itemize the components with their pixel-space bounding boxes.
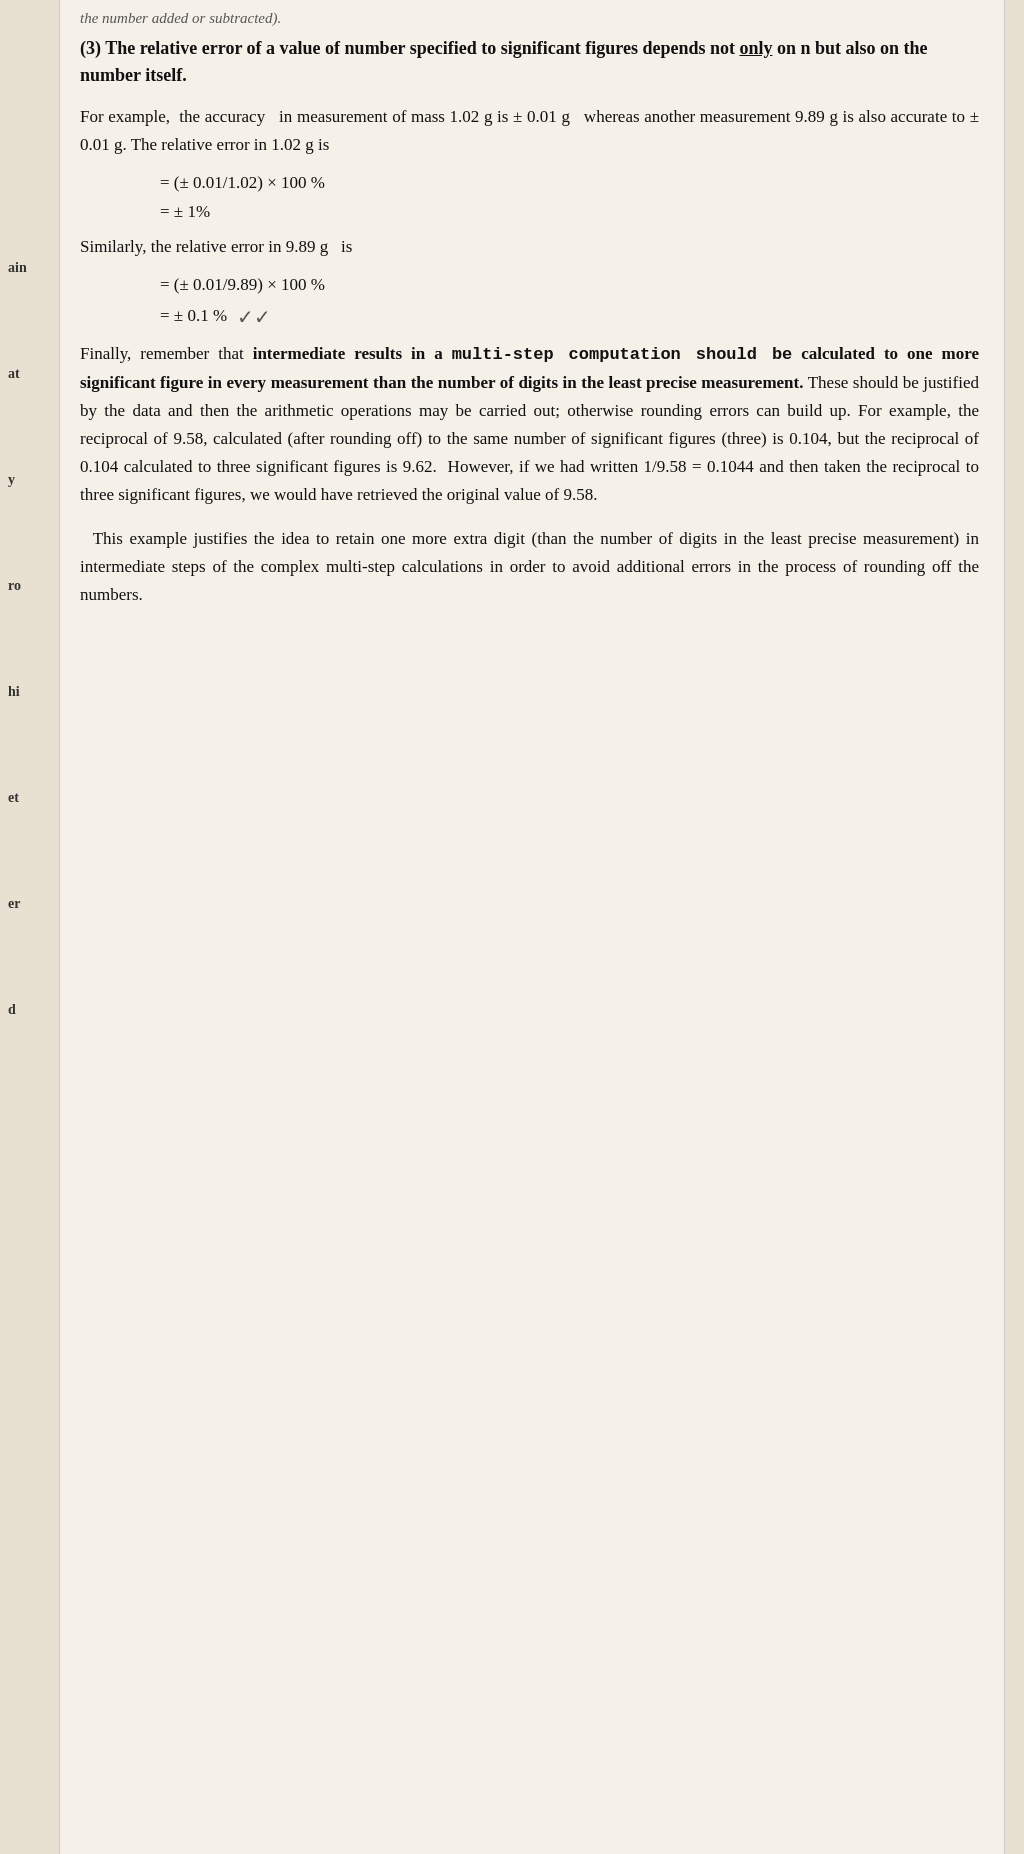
left-label-y: y	[8, 472, 27, 488]
math2-line2: = ± 0.1 % ✓✓	[160, 300, 979, 334]
left-label-d: d	[8, 1002, 27, 1018]
math-block-2: = (± 0.01/9.89) × 100 % = ± 0.1 % ✓✓	[160, 271, 979, 334]
left-label-ro: ro	[8, 578, 27, 594]
math-block-1: = (± 0.01/1.02) × 100 % = ± 1%	[160, 169, 979, 227]
math2-line1: = (± 0.01/9.89) × 100 %	[160, 271, 979, 300]
main-content: the number added or subtracted). (3) The…	[60, 0, 1004, 659]
left-label-ain: ain	[8, 260, 27, 276]
top-note: the number added or subtracted).	[80, 10, 979, 27]
bold-text-intermediate: intermediate results in a multi-step com…	[80, 344, 979, 392]
monospace-multi-step: multi-step computation should be	[452, 345, 793, 364]
section-heading: (3) The relative error of a value of num…	[80, 35, 979, 89]
paragraph3: Finally, remember that intermediate resu…	[80, 340, 979, 509]
page-container: ain at y ro hi et er d the number added …	[0, 0, 1024, 1854]
left-label-et: et	[8, 790, 27, 806]
checkmark: ✓✓	[237, 300, 271, 334]
section-number: (3) The relative error of a value of num…	[80, 38, 739, 58]
right-sidebar	[1004, 0, 1024, 1854]
paragraph1: For example, the accuracy in measurement…	[80, 103, 979, 159]
paragraph2: Similarly, the relative error in 9.89 g …	[80, 233, 979, 261]
only-keyword: only	[739, 38, 772, 58]
left-labels: ain at y ro hi et er d	[8, 260, 27, 1018]
left-label-at: at	[8, 366, 27, 382]
left-label-er: er	[8, 896, 27, 912]
left-label-hi: hi	[8, 684, 27, 700]
paragraph4: This example justifies the idea to retai…	[80, 525, 979, 609]
left-sidebar: ain at y ro hi et er d	[0, 0, 60, 1854]
math1-line1: = (± 0.01/1.02) × 100 %	[160, 169, 979, 198]
math1-line2: = ± 1%	[160, 198, 979, 227]
